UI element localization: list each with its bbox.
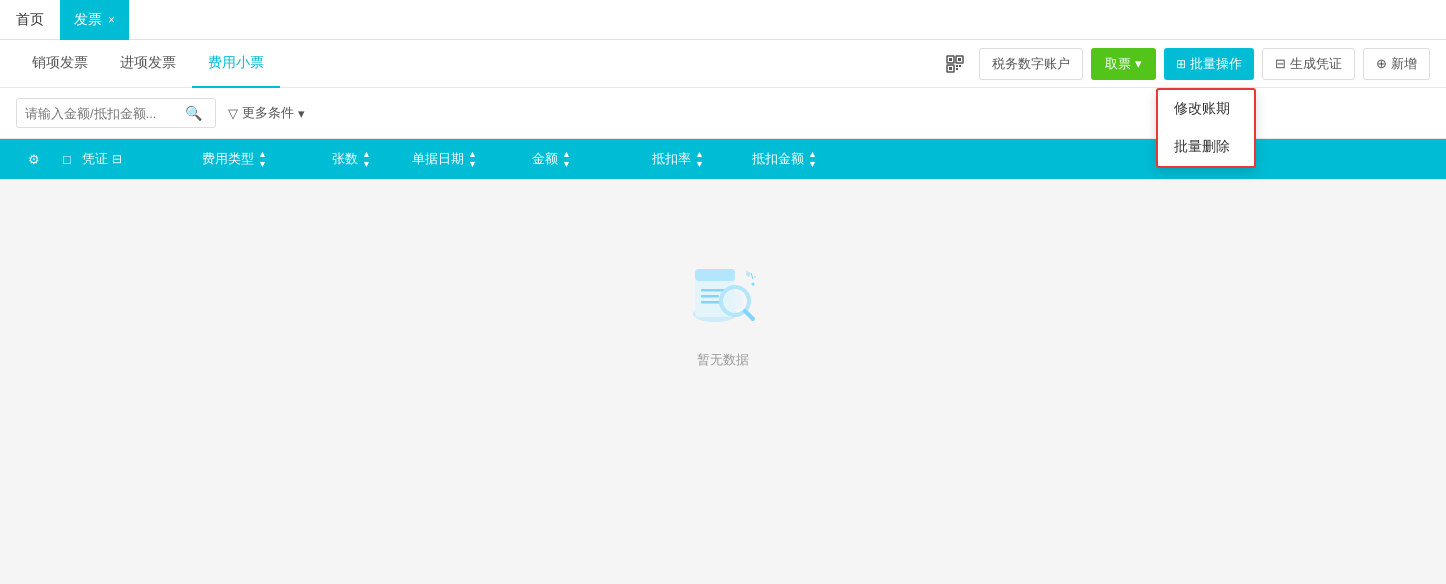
batch-dropdown-menu: 修改账期 批量删除 xyxy=(1156,88,1256,168)
tab-purchase[interactable]: 进项发票 xyxy=(104,40,192,88)
sort-arrows-date: ▲▼ xyxy=(468,150,477,169)
svg-line-23 xyxy=(751,273,753,279)
svg-rect-6 xyxy=(956,65,958,67)
invoice-tab[interactable]: 发票 × xyxy=(60,0,129,40)
th-checkbox[interactable]: □ xyxy=(52,152,82,167)
get-ticket-button[interactable]: 取票 ▾ xyxy=(1091,48,1156,80)
qr-button[interactable] xyxy=(939,48,971,80)
empty-text: 暂无数据 xyxy=(697,351,749,369)
add-icon: ⊕ xyxy=(1376,56,1387,71)
th-deduct-rate[interactable]: 抵扣率 ▲▼ xyxy=(652,150,752,169)
tax-account-button[interactable]: 税务数字账户 xyxy=(979,48,1083,80)
batch-icon: ⊞ xyxy=(1176,57,1186,71)
sort-arrows-deduct: ▲▼ xyxy=(808,150,817,169)
th-count[interactable]: 张数 ▲▼ xyxy=(332,150,412,169)
tab-sales[interactable]: 销项发票 xyxy=(16,40,104,88)
search-icon: 🔍 xyxy=(185,105,202,121)
svg-rect-9 xyxy=(959,68,963,72)
filter-arrow: ▾ xyxy=(298,106,305,121)
voucher-filter-icon[interactable]: ⊟ xyxy=(112,152,122,166)
more-filter-button[interactable]: ▽ 更多条件 ▾ xyxy=(228,104,305,122)
batch-delete-item[interactable]: 批量删除 xyxy=(1158,128,1254,166)
invoice-tab-label: 发票 xyxy=(74,11,102,29)
th-deduct-amount[interactable]: 抵扣金额 ▲▼ xyxy=(752,150,882,169)
svg-point-21 xyxy=(754,276,756,278)
svg-rect-14 xyxy=(701,295,719,298)
batch-operation-button[interactable]: ⊞ 批量操作 xyxy=(1164,48,1254,80)
th-date[interactable]: 单据日期 ▲▼ xyxy=(412,150,532,169)
sort-arrows-rate: ▲▼ xyxy=(695,150,704,169)
filter-icon: ▽ xyxy=(228,106,238,121)
svg-point-17 xyxy=(726,292,744,310)
home-nav[interactable]: 首页 xyxy=(0,11,60,29)
svg-rect-5 xyxy=(949,67,952,70)
svg-rect-8 xyxy=(956,68,958,70)
th-amount[interactable]: 金额 ▲▼ xyxy=(532,150,652,169)
th-expense-type[interactable]: 费用类型 ▲▼ xyxy=(202,150,332,169)
add-button[interactable]: ⊕ 新增 xyxy=(1363,48,1430,80)
generate-voucher-button[interactable]: ⊟ 生成凭证 xyxy=(1262,48,1355,80)
search-input-wrap: 🔍 xyxy=(16,98,216,128)
svg-rect-3 xyxy=(949,58,952,61)
svg-rect-7 xyxy=(959,65,961,67)
sort-arrows-count: ▲▼ xyxy=(362,150,371,169)
search-input[interactable] xyxy=(25,106,185,121)
svg-rect-4 xyxy=(958,58,961,61)
qupiao-arrow: ▾ xyxy=(1135,56,1142,71)
toolbar: 销项发票 进项发票 费用小票 xyxy=(0,40,1446,88)
svg-line-18 xyxy=(745,311,753,319)
svg-rect-15 xyxy=(701,301,721,304)
top-nav: 首页 发票 × xyxy=(0,0,1446,40)
svg-point-20 xyxy=(752,283,755,286)
modify-period-item[interactable]: 修改账期 xyxy=(1158,90,1254,128)
th-voucher: 凭证 ⊟ xyxy=(82,150,202,168)
empty-state: 暂无数据 xyxy=(0,179,1446,409)
svg-rect-13 xyxy=(701,289,725,292)
sort-arrows-amount: ▲▼ xyxy=(562,150,571,169)
toolbar-right: 税务数字账户 取票 ▾ ⊞ 批量操作 ⊟ 生成凭证 ⊕ 新增 xyxy=(939,48,1430,80)
empty-illustration xyxy=(673,239,773,339)
sort-arrows-type: ▲▼ xyxy=(258,150,267,169)
close-icon[interactable]: × xyxy=(108,13,115,27)
tab-expense[interactable]: 费用小票 xyxy=(192,40,280,88)
th-gear[interactable]: ⚙ xyxy=(16,152,52,167)
voucher-icon: ⊟ xyxy=(1275,56,1286,71)
